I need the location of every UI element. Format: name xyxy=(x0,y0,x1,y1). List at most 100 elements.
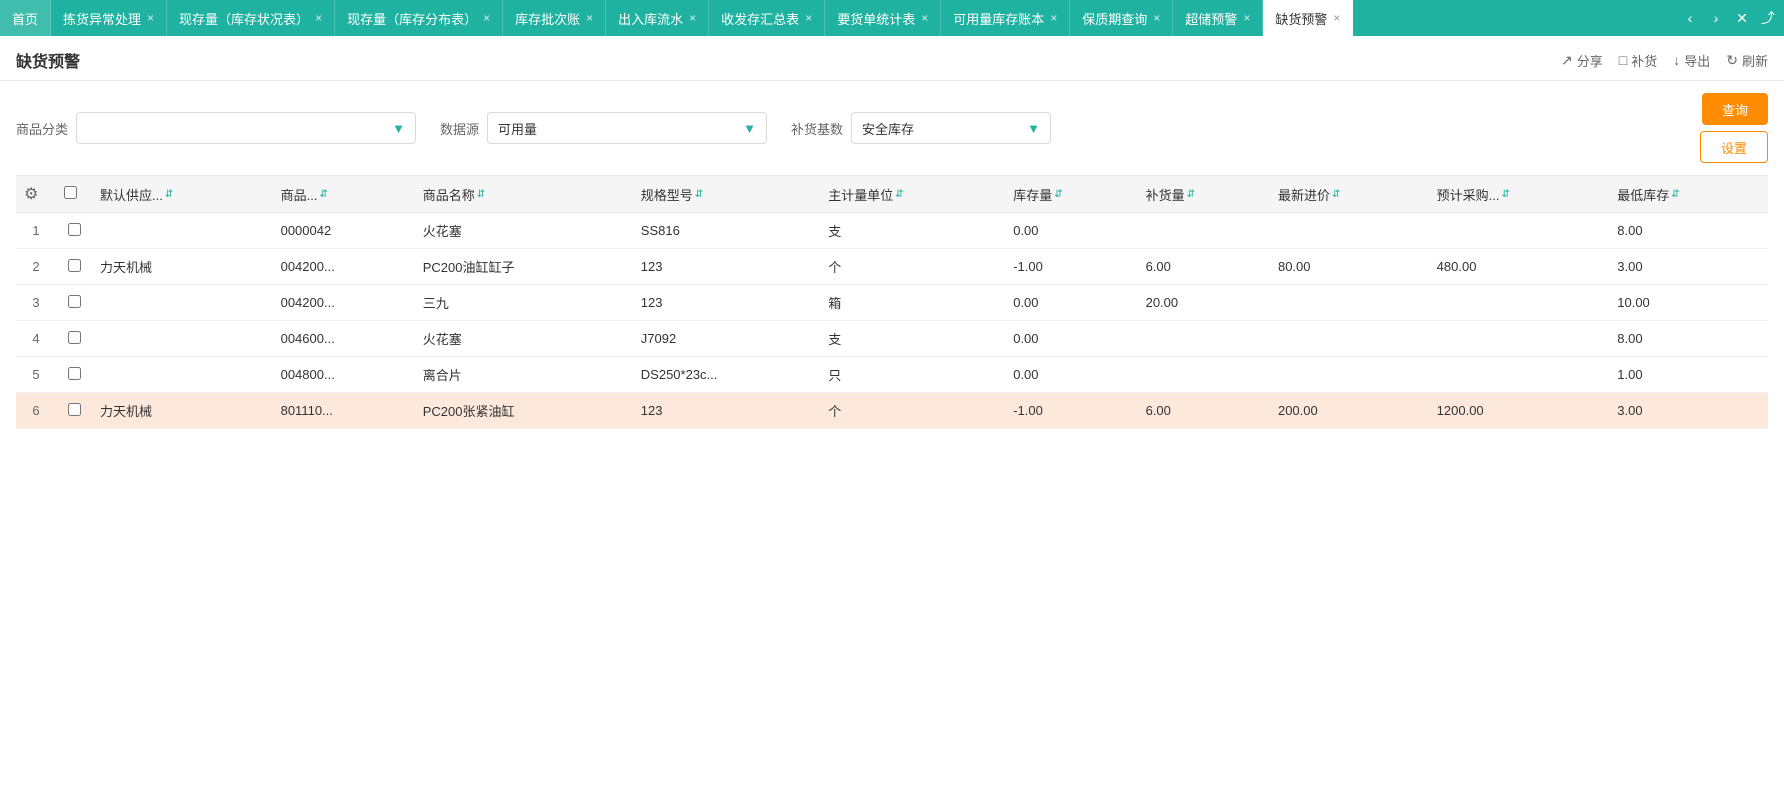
row-checkbox-0[interactable] xyxy=(68,223,81,236)
row-restock-qty-5: 6.00 xyxy=(1138,393,1270,429)
tab-item-available-ledger[interactable]: 可用量库存账本 × xyxy=(941,0,1070,36)
col-default-supplier: 默认供应... ⇵ xyxy=(92,176,273,213)
row-num-5: 6 xyxy=(16,393,56,429)
tab-label: 可用量库存账本 xyxy=(953,9,1044,28)
col-restock-qty-sort-icon[interactable]: ⇵ xyxy=(1187,189,1195,200)
row-stock-0: 0.00 xyxy=(1005,213,1137,249)
export-button[interactable]: ↓ 导出 xyxy=(1673,51,1710,70)
query-button[interactable]: 查询 xyxy=(1702,93,1768,125)
refresh-icon: ↻ xyxy=(1726,52,1738,69)
tab-label: 现存量（库存分布表） xyxy=(347,9,477,28)
row-checkbox-cell-5[interactable] xyxy=(56,393,92,429)
tab-label: 现存量（库存状况表） xyxy=(179,9,309,28)
row-product-name-3: 火花塞 xyxy=(415,321,633,357)
category-select[interactable]: ▼ xyxy=(76,112,416,144)
row-min-stock-2: 10.00 xyxy=(1609,285,1768,321)
tab-item-in-out-flow[interactable]: 出入库流水× xyxy=(606,0,709,36)
tab-label: 拣货异常处理 xyxy=(63,9,141,28)
tab-item-inventory-status[interactable]: 现存量（库存状况表） × xyxy=(167,0,335,36)
tab-next-button[interactable]: › xyxy=(1704,6,1728,30)
row-product-code-0: 0000042 xyxy=(273,213,415,249)
tab-item-overstock[interactable]: 超储预警 × xyxy=(1173,0,1263,36)
row-product-name-5: PC200张紧油缸 xyxy=(415,393,633,429)
tab-prev-button[interactable]: ‹ xyxy=(1678,6,1702,30)
tab-label: 超储预警 xyxy=(1185,9,1237,28)
export-icon: ↓ xyxy=(1673,52,1680,68)
row-checkbox-cell-1[interactable] xyxy=(56,249,92,285)
tab-label: 库存批次账 xyxy=(515,9,580,28)
row-checkbox-cell-0[interactable] xyxy=(56,213,92,249)
col-stock-sort-icon[interactable]: ⇵ xyxy=(1054,189,1062,200)
row-checkbox-5[interactable] xyxy=(68,403,81,416)
row-num-3: 4 xyxy=(16,321,56,357)
tab-close-overstock[interactable]: × xyxy=(1243,11,1250,25)
row-product-name-4: 离合片 xyxy=(415,357,633,393)
col-unit-sort-icon[interactable]: ⇵ xyxy=(895,189,903,200)
row-min-stock-0: 8.00 xyxy=(1609,213,1768,249)
tab-close-inventory-status[interactable]: × xyxy=(315,11,322,25)
tab-close-demand-stats[interactable]: × xyxy=(921,11,928,25)
tab-close-collect-summary[interactable]: × xyxy=(805,11,812,25)
col-default-supplier-sort-icon[interactable]: ⇵ xyxy=(165,189,173,200)
tab-label: 首页 xyxy=(12,9,38,28)
datasource-select[interactable]: 可用量 ▼ xyxy=(487,112,767,144)
row-checkbox-3[interactable] xyxy=(68,331,81,344)
row-checkbox-2[interactable] xyxy=(68,295,81,308)
col-product-code-sort-icon[interactable]: ⇵ xyxy=(319,189,327,200)
col-spec-sort-icon[interactable]: ⇵ xyxy=(695,189,703,200)
row-checkbox-4[interactable] xyxy=(68,367,81,380)
col-checkbox xyxy=(56,176,92,213)
table-row: 2 力天机械 004200... PC200油缸缸子 123 个 -1.00 6… xyxy=(16,249,1768,285)
tab-close-expiry-query[interactable]: × xyxy=(1153,11,1160,25)
col-product-code: 商品... ⇵ xyxy=(273,176,415,213)
col-restock-qty: 补货量 ⇵ xyxy=(1138,176,1270,213)
row-product-code-3: 004600... xyxy=(273,321,415,357)
tab-item-demand-stats[interactable]: 要货单统计表× xyxy=(825,0,941,36)
main-content: 缺货预警 ↗ 分享 □ 补货 ↓ 导出 ↻ 刷新 商品分类 xyxy=(0,36,1784,796)
tab-item-home[interactable]: 首页 xyxy=(0,0,51,36)
row-checkbox-cell-4[interactable] xyxy=(56,357,92,393)
tab-close-in-out-flow[interactable]: × xyxy=(689,11,696,25)
tab-item-expiry-query[interactable]: 保质期查询× xyxy=(1070,0,1173,36)
column-settings-icon[interactable]: ⚙ xyxy=(24,186,38,203)
row-checkbox-1[interactable] xyxy=(68,259,81,272)
tab-close-all-button[interactable]: ✕ xyxy=(1730,6,1754,30)
row-min-stock-3: 8.00 xyxy=(1609,321,1768,357)
row-unit-3: 支 xyxy=(820,321,1005,357)
restock-base-select[interactable]: 安全库存 ▼ xyxy=(851,112,1051,144)
tab-close-available-ledger[interactable]: × xyxy=(1050,11,1057,25)
row-checkbox-cell-3[interactable] xyxy=(56,321,92,357)
col-latest-price-sort-icon[interactable]: ⇵ xyxy=(1332,189,1340,200)
share-button[interactable]: ↗ 分享 xyxy=(1561,51,1603,70)
restock-base-dropdown-icon: ▼ xyxy=(1027,121,1040,136)
refresh-button[interactable]: ↻ 刷新 xyxy=(1726,51,1768,70)
restock-button[interactable]: □ 补货 xyxy=(1619,51,1657,70)
settings-button[interactable]: 设置 xyxy=(1700,131,1768,163)
tab-item-pick-anomaly[interactable]: 拣货异常处理 × xyxy=(51,0,167,36)
row-spec-3: J7092 xyxy=(633,321,820,357)
row-checkbox-cell-2[interactable] xyxy=(56,285,92,321)
select-all-checkbox[interactable] xyxy=(64,186,77,199)
row-product-name-1: PC200油缸缸子 xyxy=(415,249,633,285)
table-row: 6 力天机械 801110... PC200张紧油缸 123 个 -1.00 6… xyxy=(16,393,1768,429)
row-min-stock-1: 3.00 xyxy=(1609,249,1768,285)
tab-close-shortage[interactable]: × xyxy=(1333,11,1340,25)
tab-expand-button[interactable]: ⤴ xyxy=(1756,6,1780,30)
tab-close-batch-account[interactable]: × xyxy=(586,11,593,25)
row-product-code-1: 004200... xyxy=(273,249,415,285)
tab-item-shortage[interactable]: 缺货预警× xyxy=(1263,0,1353,36)
tab-close-pick-anomaly[interactable]: × xyxy=(147,11,154,25)
row-product-code-5: 801110... xyxy=(273,393,415,429)
row-estimated-purchase-5: 1200.00 xyxy=(1429,393,1610,429)
row-estimated-purchase-2 xyxy=(1429,285,1610,321)
col-min-stock-sort-icon[interactable]: ⇵ xyxy=(1671,189,1679,200)
row-estimated-purchase-3 xyxy=(1429,321,1610,357)
col-estimated-purchase-sort-icon[interactable]: ⇵ xyxy=(1502,189,1510,200)
row-latest-price-2 xyxy=(1270,285,1429,321)
tab-item-collect-summary[interactable]: 收发存汇总表× xyxy=(709,0,825,36)
tab-nav-buttons: ‹ › ✕ ⤴ xyxy=(1674,6,1784,30)
tab-close-inventory-dist[interactable]: × xyxy=(483,11,490,25)
col-product-name-sort-icon[interactable]: ⇵ xyxy=(477,189,485,200)
tab-item-batch-account[interactable]: 库存批次账 × xyxy=(503,0,606,36)
tab-item-inventory-dist[interactable]: 现存量（库存分布表） × xyxy=(335,0,503,36)
